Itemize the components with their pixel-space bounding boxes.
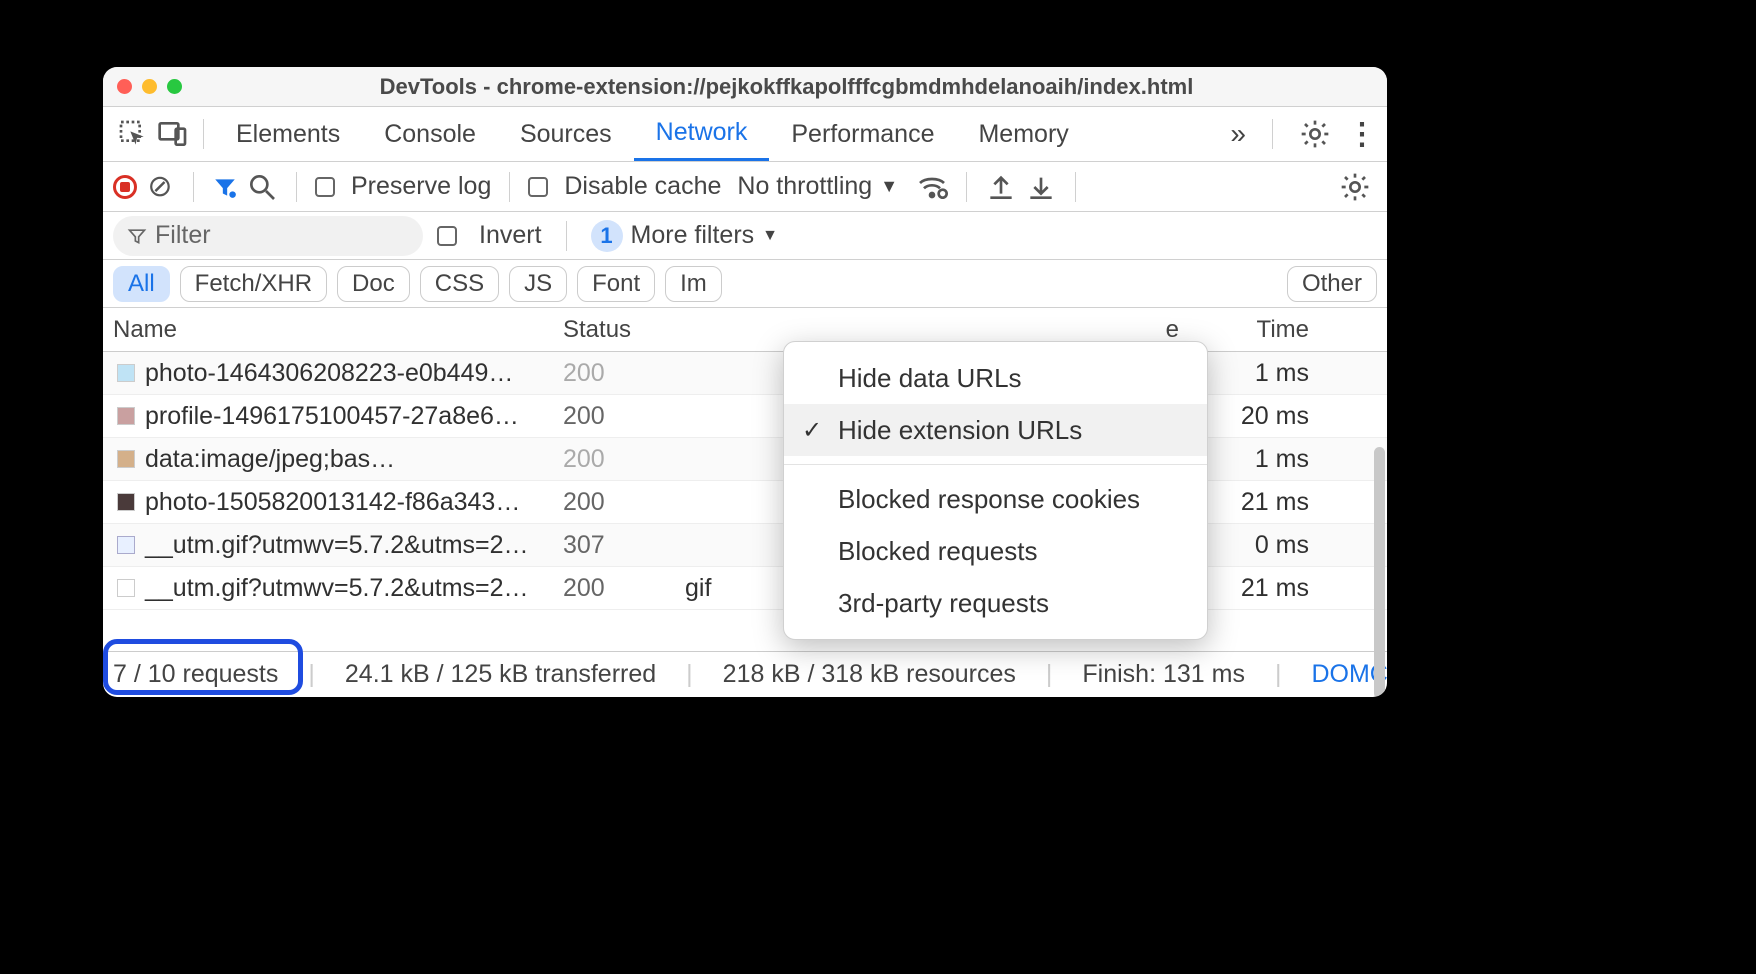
funnel-icon [127, 226, 147, 246]
more-tabs-icon[interactable]: » [1230, 118, 1246, 150]
row-thumb-icon [117, 536, 135, 554]
devtools-window: DevTools - chrome-extension://pejkokffka… [103, 67, 1387, 697]
tab-console[interactable]: Console [362, 107, 498, 161]
col-header-time[interactable]: Time [1193, 316, 1323, 344]
disable-cache-checkbox[interactable] [528, 177, 548, 197]
dd-hide-data-urls[interactable]: Hide data URLs [784, 352, 1207, 404]
titlebar: DevTools - chrome-extension://pejkokffka… [103, 67, 1387, 107]
row-thumb-icon [117, 450, 135, 468]
clear-icon[interactable]: ⊘ [145, 169, 175, 204]
disable-cache-label: Disable cache [564, 172, 721, 201]
throttling-select[interactable]: No throttling ▼ [737, 172, 898, 201]
more-filters-dropdown: Hide data URLs Hide extension URLs Block… [783, 341, 1208, 640]
more-filters-badge: 1 [591, 220, 623, 252]
dd-3rd-party-requests[interactable]: 3rd-party requests [784, 577, 1207, 629]
tab-elements[interactable]: Elements [214, 107, 362, 161]
more-filters-button[interactable]: 1 More filters ▼ [591, 220, 778, 252]
panel-tabs: Elements Console Sources Network Perform… [214, 107, 1091, 161]
kebab-menu-icon[interactable]: ⋮ [1347, 117, 1377, 152]
dd-hide-extension-urls[interactable]: Hide extension URLs [784, 404, 1207, 456]
status-bar: 7 / 10 requests | 24.1 kB / 125 kB trans… [103, 651, 1387, 697]
search-icon[interactable] [246, 171, 278, 203]
chip-img[interactable]: Im [665, 266, 722, 302]
maximize-window-button[interactable] [167, 79, 182, 94]
network-toolbar: ⊘ Preserve log Disable cache No throttli… [103, 162, 1387, 212]
tab-performance[interactable]: Performance [769, 107, 956, 161]
window-title: DevTools - chrome-extension://pejkokffka… [200, 74, 1373, 100]
status-transferred: 24.1 kB / 125 kB transferred [345, 660, 656, 689]
type-filter-row: All Fetch/XHR Doc CSS JS Font Im Other [103, 260, 1387, 308]
preserve-log-label: Preserve log [351, 172, 491, 201]
filter-input[interactable]: Filter [113, 216, 423, 256]
status-finish: Finish: 131 ms [1082, 660, 1245, 689]
dd-blocked-requests[interactable]: Blocked requests [784, 525, 1207, 577]
record-button[interactable] [113, 175, 137, 199]
upload-har-icon[interactable] [985, 171, 1017, 203]
tab-network[interactable]: Network [634, 107, 770, 161]
col-header-size[interactable]: e [1045, 316, 1193, 344]
chip-doc[interactable]: Doc [337, 266, 410, 302]
col-header-status[interactable]: Status [563, 316, 685, 344]
row-thumb-icon [117, 493, 135, 511]
filter-toggle-icon[interactable] [212, 174, 238, 200]
download-har-icon[interactable] [1025, 171, 1057, 203]
invert-checkbox[interactable] [437, 226, 457, 246]
network-settings-gear-icon[interactable] [1339, 171, 1371, 203]
close-window-button[interactable] [117, 79, 132, 94]
row-thumb-icon [117, 579, 135, 597]
chip-css[interactable]: CSS [420, 266, 499, 302]
device-toggle-icon[interactable] [153, 118, 193, 150]
main-tabbar: Elements Console Sources Network Perform… [103, 107, 1387, 162]
row-thumb-icon [117, 364, 135, 382]
chip-fetch-xhr[interactable]: Fetch/XHR [180, 266, 327, 302]
preserve-log-checkbox[interactable] [315, 177, 335, 197]
traffic-lights [117, 79, 182, 94]
chevron-down-icon: ▼ [762, 227, 778, 245]
chevron-down-icon: ▼ [880, 176, 898, 197]
filter-row: Filter Invert 1 More filters ▼ [103, 212, 1387, 260]
tab-memory[interactable]: Memory [956, 107, 1090, 161]
vertical-scrollbar[interactable] [1374, 447, 1385, 697]
status-resources: 218 kB / 318 kB resources [723, 660, 1016, 689]
inspect-element-icon[interactable] [113, 118, 153, 150]
invert-label: Invert [479, 221, 542, 250]
status-requests: 7 / 10 requests [113, 660, 278, 689]
chip-js[interactable]: JS [509, 266, 567, 302]
network-conditions-icon[interactable] [916, 171, 948, 203]
tab-sources[interactable]: Sources [498, 107, 634, 161]
chip-all[interactable]: All [113, 266, 170, 302]
minimize-window-button[interactable] [142, 79, 157, 94]
row-thumb-icon [117, 407, 135, 425]
chip-font[interactable]: Font [577, 266, 655, 302]
chip-other[interactable]: Other [1287, 266, 1377, 302]
dd-blocked-response-cookies[interactable]: Blocked response cookies [784, 473, 1207, 525]
col-header-name[interactable]: Name [103, 316, 563, 344]
gear-icon[interactable] [1299, 118, 1331, 150]
